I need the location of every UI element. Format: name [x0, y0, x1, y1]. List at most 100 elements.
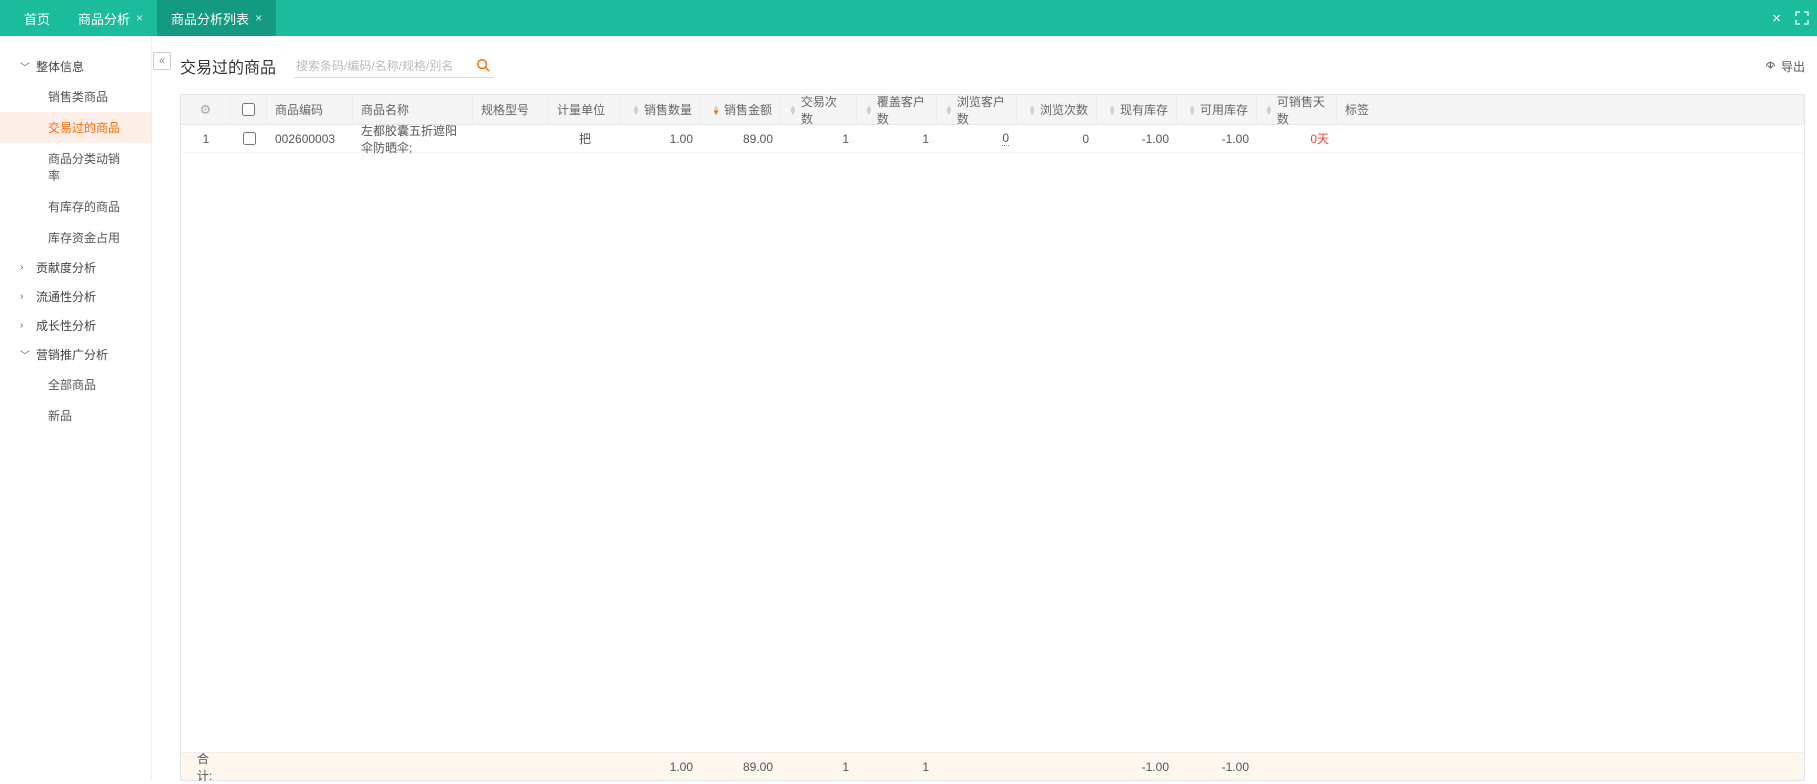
- close-icon[interactable]: ×: [136, 11, 143, 25]
- sidebar-item-new-products[interactable]: 新品: [0, 400, 151, 431]
- header-label: 销售金额: [724, 101, 772, 118]
- sidebar-item-label: 销售类商品: [48, 90, 108, 104]
- header-stock[interactable]: ▲▼ 现有库存: [1097, 95, 1177, 124]
- header-spec[interactable]: 规格型号: [473, 95, 549, 124]
- sidebar-header-overall[interactable]: ﹀ 整体信息: [0, 52, 151, 81]
- sort-icon: ▲▼: [1265, 105, 1273, 115]
- top-tab-bar: 首页 商品分析 × 商品分析列表 × ×: [0, 0, 1817, 36]
- sidebar-item-category-rate[interactable]: 商品分类动销率: [0, 143, 151, 191]
- tab-label: 商品分析列表: [171, 9, 249, 28]
- search-input[interactable]: [294, 55, 494, 78]
- table-footer-row: 合计: 1.00 89.00 1 1 -1.00 -1.00: [181, 752, 1804, 780]
- header-amount[interactable]: ▲▼ 销售金额: [701, 95, 781, 124]
- header-gear[interactable]: ⚙: [181, 95, 231, 124]
- header-name[interactable]: 商品名称: [353, 95, 473, 124]
- chevron-right-icon: ›: [20, 262, 30, 273]
- sort-icon: ▲▼: [945, 105, 953, 115]
- header-avail[interactable]: ▲▼ 可用库存: [1177, 95, 1257, 124]
- sidebar-group-label: 整体信息: [36, 58, 84, 75]
- select-all-checkbox[interactable]: [242, 103, 255, 116]
- export-icon: [1764, 60, 1777, 73]
- sort-icon: ▲▼: [1188, 105, 1196, 115]
- cell-unit: 把: [549, 125, 621, 152]
- sidebar-header-contribution[interactable]: ›贡献度分析: [0, 253, 151, 282]
- tab-product-analysis[interactable]: 商品分析 ×: [64, 0, 157, 36]
- chevron-down-icon: ﹀: [20, 347, 30, 362]
- header-browse-cust[interactable]: ▲▼浏览客户数: [937, 95, 1017, 124]
- header-days[interactable]: ▲▼ 可销售天数: [1257, 95, 1337, 124]
- sidebar-item-sales-products[interactable]: 销售类商品: [0, 81, 151, 112]
- chevron-right-icon: ›: [20, 320, 30, 331]
- sidebar-header-liquidity[interactable]: ›流通性分析: [0, 282, 151, 311]
- fullscreen-icon[interactable]: [1795, 11, 1809, 25]
- header-label: 交易次数: [801, 93, 848, 127]
- cell-spec: [473, 125, 549, 152]
- cell-browse-cust[interactable]: 0: [937, 125, 1017, 152]
- topbar-right-controls: ×: [1772, 10, 1809, 27]
- header-label: 可销售天数: [1277, 93, 1328, 127]
- sidebar-item-stock-products[interactable]: 有库存的商品: [0, 191, 151, 222]
- export-button[interactable]: 导出: [1764, 58, 1805, 75]
- sidebar-header-marketing[interactable]: ﹀营销推广分析: [0, 340, 151, 369]
- table-header-row: ⚙ 商品编码 商品名称 规格型号 计量单位 ▲▼销售数量 ▲▼销售金额 ▲▼交易…: [181, 95, 1804, 125]
- sidebar-item-traded-products[interactable]: 交易过的商品: [0, 112, 151, 143]
- header-label: 规格型号: [481, 101, 529, 118]
- search-wrap: [294, 55, 494, 78]
- collapse-sidebar-button[interactable]: «: [153, 52, 171, 70]
- tab-product-analysis-list[interactable]: 商品分析列表 ×: [157, 0, 276, 36]
- cell-stock: -1.00: [1097, 125, 1177, 152]
- cell-name: 左都胶囊五折遮阳伞防晒伞;: [353, 125, 473, 152]
- header-tag[interactable]: 标签: [1337, 95, 1804, 124]
- gear-icon: ⚙: [200, 102, 212, 118]
- header-label: 现有库存: [1120, 101, 1168, 118]
- cell-tx-count: 1: [781, 125, 857, 152]
- footer-avail: -1.00: [1177, 753, 1257, 780]
- sidebar-group-marketing: ﹀营销推广分析 全部商品 新品: [0, 340, 151, 431]
- search-icon[interactable]: [476, 58, 490, 72]
- header-code[interactable]: 商品编码: [267, 95, 353, 124]
- cell-days: 0天: [1257, 125, 1337, 152]
- sort-icon: ▲▼: [632, 105, 640, 115]
- sidebar-item-stock-funds[interactable]: 库存资金占用: [0, 222, 151, 253]
- header-tx-count[interactable]: ▲▼交易次数: [781, 95, 857, 124]
- header-browse-cnt[interactable]: ▲▼浏览次数: [1017, 95, 1097, 124]
- main-container: ﹀ 整体信息 销售类商品 交易过的商品 商品分类动销率 有库存的商品 库存资金占用…: [0, 36, 1817, 781]
- cell-checkbox[interactable]: [231, 125, 267, 152]
- cell-avail: -1.00: [1177, 125, 1257, 152]
- browse-cust-link[interactable]: 0: [1002, 131, 1009, 146]
- chevron-right-icon: ›: [20, 291, 30, 302]
- header-qty[interactable]: ▲▼销售数量: [621, 95, 701, 124]
- sort-icon: ▲▼: [712, 105, 720, 115]
- sort-icon: ▲▼: [1108, 105, 1116, 115]
- close-icon[interactable]: ×: [255, 11, 262, 25]
- sort-icon: ▲▼: [1028, 105, 1036, 115]
- footer-empty: [353, 753, 473, 780]
- footer-empty: [473, 753, 549, 780]
- row-checkbox[interactable]: [243, 132, 256, 145]
- chevron-down-icon: ﹀: [20, 59, 30, 74]
- main-header: 交易过的商品 导出: [180, 46, 1805, 86]
- sidebar-header-growth[interactable]: ›成长性分析: [0, 311, 151, 340]
- header-cust-cover[interactable]: ▲▼覆盖客户数: [857, 95, 937, 124]
- tab-home[interactable]: 首页: [10, 0, 64, 36]
- sidebar-item-label: 新品: [48, 409, 72, 423]
- collapse-column: «: [152, 36, 172, 781]
- header-unit[interactable]: 计量单位: [549, 95, 621, 124]
- sidebar-item-all-products[interactable]: 全部商品: [0, 369, 151, 400]
- table-row[interactable]: 1 002600003 左都胶囊五折遮阳伞防晒伞; 把 1.00 89.00 1…: [181, 125, 1804, 153]
- close-all-icon[interactable]: ×: [1772, 10, 1781, 27]
- tab-label: 商品分析: [78, 9, 130, 28]
- sidebar-item-label: 商品分类动销率: [48, 152, 120, 183]
- footer-empty: [1257, 753, 1337, 780]
- sidebar-item-label: 全部商品: [48, 378, 96, 392]
- cell-tag: [1337, 125, 1804, 152]
- header-checkbox[interactable]: [231, 95, 267, 124]
- footer-empty: [1337, 753, 1804, 780]
- cell-browse-cnt: 0: [1017, 125, 1097, 152]
- header-label: 可用库存: [1200, 101, 1248, 118]
- cell-code: 002600003: [267, 125, 353, 152]
- header-label: 计量单位: [557, 101, 605, 118]
- footer-label-cell: 合计:: [181, 753, 231, 780]
- header-label: 商品编码: [275, 101, 323, 118]
- data-table: ⚙ 商品编码 商品名称 规格型号 计量单位 ▲▼销售数量 ▲▼销售金额 ▲▼交易…: [180, 94, 1805, 781]
